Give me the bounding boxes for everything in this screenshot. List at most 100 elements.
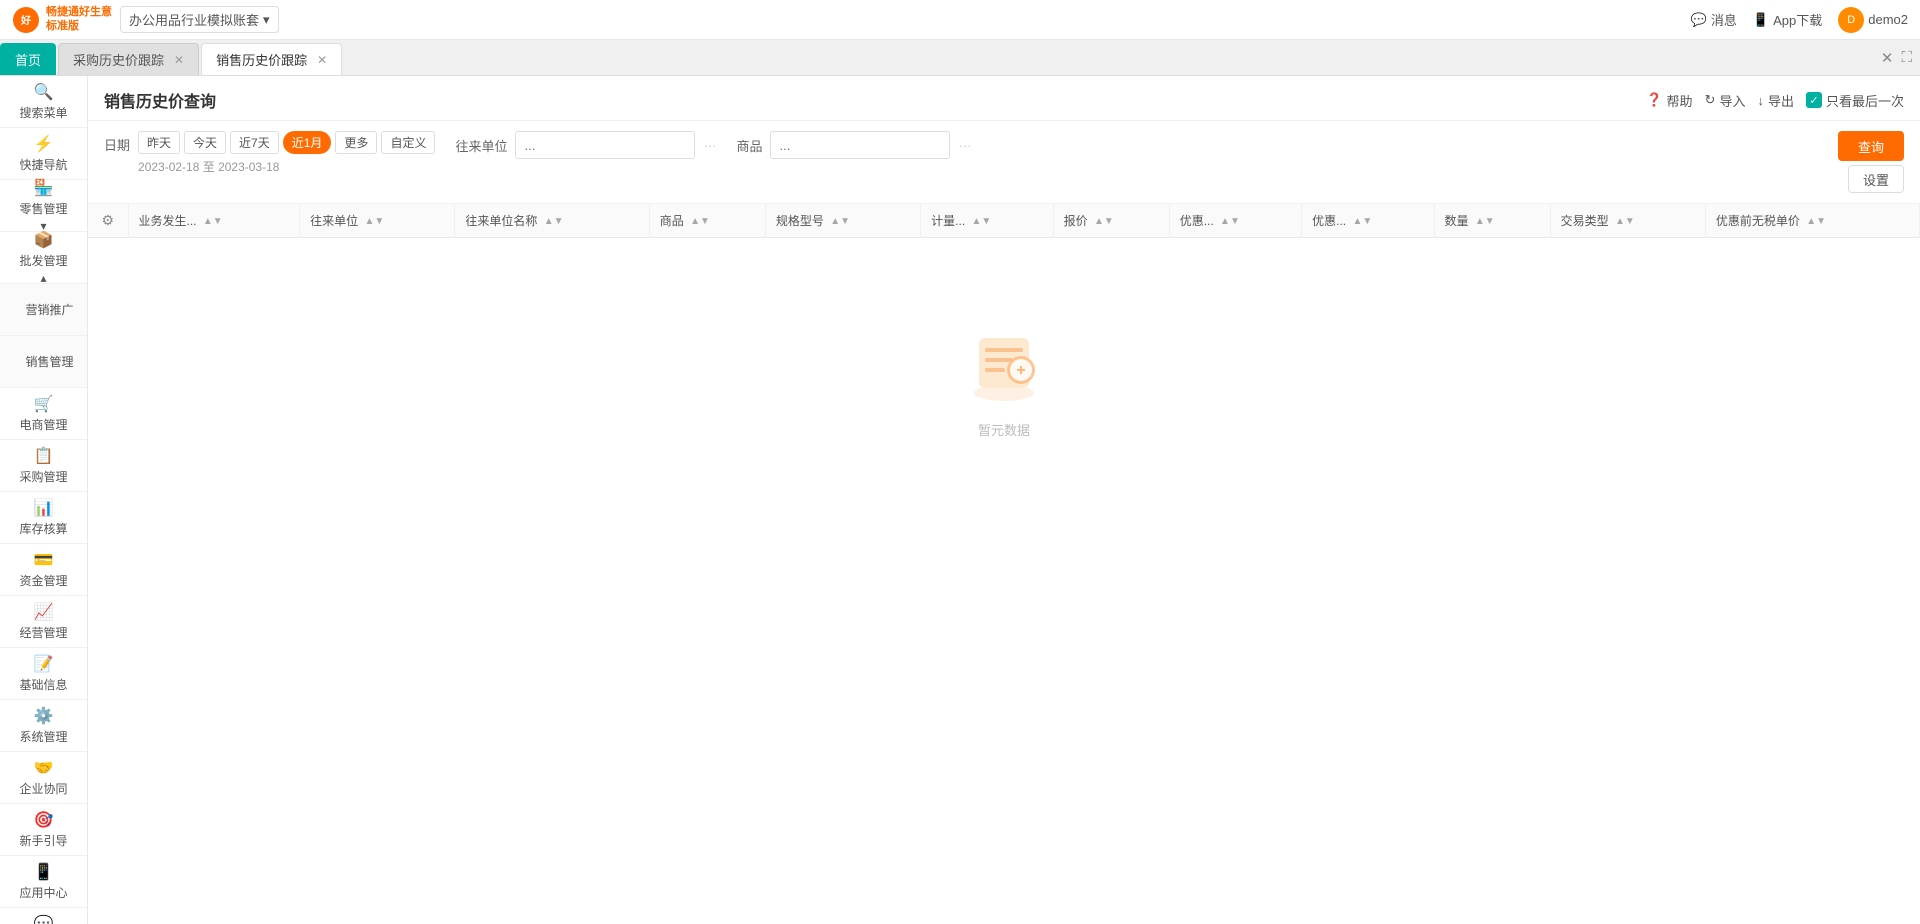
wechat-icon: 💬 xyxy=(34,914,54,924)
export-btn[interactable]: ↓ 导出 xyxy=(1757,91,1794,110)
sort-pre-tax[interactable]: ▲▼ xyxy=(1806,216,1826,227)
sidebar-item-wholesale[interactable]: 📦 批发管理 ▴ xyxy=(0,232,87,284)
main-layout: 🔍 搜索菜单 ⚡ 快捷导航 🏪 零售管理 ▾ 📦 批发管理 ▴ 营销推广 销售管… xyxy=(0,76,1920,924)
tab-home[interactable]: 首页 xyxy=(0,43,56,75)
company-name: 办公用品行业模拟账套 xyxy=(129,10,259,29)
guide-label: 新手引导 xyxy=(19,832,67,849)
date-filter-group: 日期 昨天 今天 近7天 近1月 更多 自定义 2023-02-18 至 202… xyxy=(104,131,435,175)
sort-quantity[interactable]: ▲▼ xyxy=(1475,216,1495,227)
tab-purchase-history[interactable]: 采购历史价跟踪 ✕ xyxy=(58,43,199,75)
sort-partner-code[interactable]: ▲▼ xyxy=(364,216,384,227)
sort-product[interactable]: ▲▼ xyxy=(690,216,710,227)
product-filter-label: 商品 xyxy=(736,136,762,155)
finance-icon: 💳 xyxy=(34,550,54,570)
sort-unit[interactable]: ▲▼ xyxy=(972,216,992,227)
import-icon: ↻ xyxy=(1705,92,1716,108)
sidebar-item-operations[interactable]: 📈 经营管理 xyxy=(0,596,87,648)
sidebar-item-system[interactable]: ⚙️ 系统管理 xyxy=(0,700,87,752)
date-btn-custom[interactable]: 自定义 xyxy=(381,131,435,154)
tab-purchase-close[interactable]: ✕ xyxy=(174,53,184,67)
empty-text: 暂元数据 xyxy=(978,420,1030,439)
company-selector[interactable]: 办公用品行业模拟账套 ▾ xyxy=(120,6,279,33)
wholesale-label: 批发管理 xyxy=(19,252,67,269)
date-btn-1month[interactable]: 近1月 xyxy=(283,131,332,154)
col-discount2: 优惠... ▲▼ xyxy=(1302,204,1434,238)
tab-sales-history[interactable]: 销售历史价跟踪 ✕ xyxy=(201,43,342,75)
tab-sales-close[interactable]: ✕ xyxy=(317,53,327,67)
sidebar-item-wechat[interactable]: 💬 企业微信 xyxy=(0,908,87,924)
sidebar-item-marketing[interactable]: 营销推广 xyxy=(0,284,87,336)
sidebar-item-finance[interactable]: 💳 资金管理 xyxy=(0,544,87,596)
sort-trade-type[interactable]: ▲▼ xyxy=(1615,216,1635,227)
sidebar-item-sales-mgmt[interactable]: 销售管理 xyxy=(0,336,87,388)
close-all-tabs-btn[interactable]: ✕ xyxy=(1881,49,1894,67)
product-filter-group: 商品 ··· xyxy=(736,131,971,159)
user-profile-btn[interactable]: D demo2 xyxy=(1838,7,1908,33)
date-btn-more[interactable]: 更多 xyxy=(335,131,377,154)
app-download-btn[interactable]: 📱 App下载 xyxy=(1753,10,1822,29)
sidebar-item-quick-nav[interactable]: ⚡ 快捷导航 xyxy=(0,128,87,180)
header-right: 💬 消息 📱 App下载 D demo2 xyxy=(1691,7,1908,33)
sort-discount2[interactable]: ▲▼ xyxy=(1352,216,1372,227)
tab-purchase-label: 采购历史价跟踪 xyxy=(73,50,164,69)
sort-spec[interactable]: ▲▼ xyxy=(830,216,850,227)
sort-biz-date[interactable]: ▲▼ xyxy=(203,216,223,227)
sidebar-item-ecommerce[interactable]: 🛒 电商管理 xyxy=(0,388,87,440)
basic-info-icon: 📝 xyxy=(34,654,54,674)
basic-info-label: 基础信息 xyxy=(19,676,67,693)
query-btn[interactable]: 查询 xyxy=(1838,131,1904,161)
sidebar-item-app-center[interactable]: 📱 应用中心 xyxy=(0,856,87,908)
sidebar-item-guide[interactable]: 🎯 新手引导 xyxy=(0,804,87,856)
logo-icon: 好 xyxy=(12,6,40,34)
sort-partner-name[interactable]: ▲▼ xyxy=(544,216,564,227)
wholesale-icon: 📦 xyxy=(34,230,54,250)
settings-filter-btn[interactable]: 设置 xyxy=(1848,165,1904,193)
app-center-icon: 📱 xyxy=(34,862,54,882)
logo-area: 好 畅捷通好生意 标准版 xyxy=(12,6,112,34)
sidebar-item-basic-info[interactable]: 📝 基础信息 xyxy=(0,648,87,700)
partner-input[interactable] xyxy=(515,131,695,159)
tab-sales-label: 销售历史价跟踪 xyxy=(216,50,307,69)
logo-text: 畅捷通好生意 标准版 xyxy=(46,6,112,32)
date-filter-btns: 昨天 今天 近7天 近1月 更多 自定义 xyxy=(138,131,435,154)
svg-text:好: 好 xyxy=(20,14,31,27)
search-menu-label: 搜索菜单 xyxy=(19,104,67,121)
page-title: 销售历史价查询 xyxy=(104,88,216,112)
date-btn-today[interactable]: 今天 xyxy=(184,131,226,154)
import-btn[interactable]: ↻ 导入 xyxy=(1705,91,1746,110)
page-actions: ❓ 帮助 ↻ 导入 ↓ 导出 ✓ 只看最后一次 xyxy=(1646,91,1904,110)
sort-price[interactable]: ▲▼ xyxy=(1094,216,1114,227)
enterprise-icon: 🤝 xyxy=(34,758,54,778)
maximize-btn[interactable]: ⛶ xyxy=(1901,49,1912,67)
only-last-checkbox[interactable]: ✓ 只看最后一次 xyxy=(1806,91,1904,110)
sidebar-item-purchase[interactable]: 📋 采购管理 xyxy=(0,440,87,492)
sidebar-item-inventory[interactable]: 📊 库存核算 xyxy=(0,492,87,544)
top-header: 好 畅捷通好生意 标准版 办公用品行业模拟账套 ▾ 💬 消息 📱 App下载 D… xyxy=(0,0,1920,40)
product-input[interactable] xyxy=(770,131,950,159)
message-label: 消息 xyxy=(1711,10,1737,29)
finance-label: 资金管理 xyxy=(19,572,67,589)
table-container: ⚙ 业务发生... ▲▼ 往来单位 ▲▼ 往来单位名称 xyxy=(88,204,1920,924)
sidebar-item-search-menu[interactable]: 🔍 搜索菜单 xyxy=(0,76,87,128)
date-btn-yesterday[interactable]: 昨天 xyxy=(138,131,180,154)
sidebar: 🔍 搜索菜单 ⚡ 快捷导航 🏪 零售管理 ▾ 📦 批发管理 ▴ 营销推广 销售管… xyxy=(0,76,88,924)
help-btn[interactable]: ❓ 帮助 xyxy=(1646,91,1692,110)
col-trade-type: 交易类型 ▲▼ xyxy=(1550,204,1705,238)
sidebar-item-enterprise[interactable]: 🤝 企业协同 xyxy=(0,752,87,804)
sort-discount1[interactable]: ▲▼ xyxy=(1220,216,1240,227)
date-filter-options: 昨天 今天 近7天 近1月 更多 自定义 2023-02-18 至 2023-0… xyxy=(138,131,435,175)
col-unit: 计量... ▲▼ xyxy=(921,204,1053,238)
export-label: 导出 xyxy=(1768,91,1794,110)
tab-bar-actions: ✕ ⛶ xyxy=(1881,49,1912,67)
sidebar-item-retail[interactable]: 🏪 零售管理 ▾ xyxy=(0,180,87,232)
message-btn[interactable]: 💬 消息 xyxy=(1691,10,1737,29)
page-header: 销售历史价查询 ❓ 帮助 ↻ 导入 ↓ 导出 ✓ xyxy=(88,76,1920,121)
home-label: 首页 xyxy=(15,50,41,69)
filter-bar: 日期 昨天 今天 近7天 近1月 更多 自定义 2023-02-18 至 202… xyxy=(88,121,1920,204)
inventory-label: 库存核算 xyxy=(19,520,67,537)
table-settings-icon[interactable]: ⚙ xyxy=(101,212,114,228)
operations-label: 经营管理 xyxy=(19,624,67,641)
table-header: ⚙ 业务发生... ▲▼ 往来单位 ▲▼ 往来单位名称 xyxy=(88,204,1920,238)
ecommerce-label: 电商管理 xyxy=(19,416,67,433)
date-btn-7days[interactable]: 近7天 xyxy=(230,131,279,154)
